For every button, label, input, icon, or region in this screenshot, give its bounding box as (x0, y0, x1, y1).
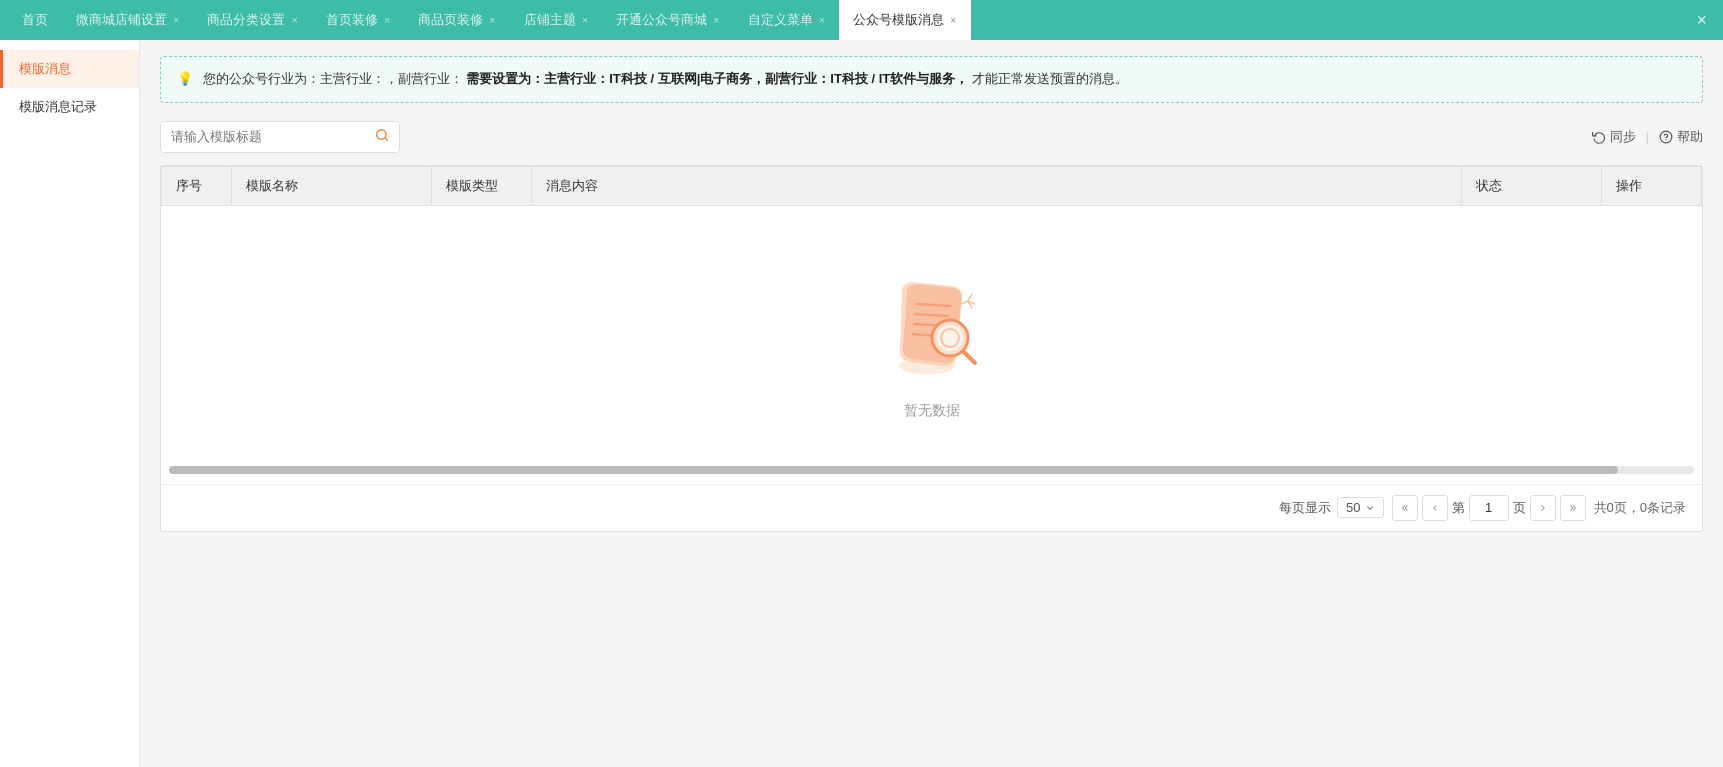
sync-button[interactable]: 同步 (1592, 128, 1636, 146)
close-tab-product-decoration[interactable]: × (489, 14, 495, 26)
search-button[interactable] (375, 128, 389, 145)
toolbar-right: 同步 | 帮助 (1592, 128, 1703, 146)
close-tab-template-msg[interactable]: × (950, 14, 956, 26)
first-page-button[interactable] (1392, 495, 1418, 521)
table-container: 序号 模版名称 模版类型 消息内容 状态 (160, 165, 1703, 532)
sidebar-item-template-msg-log-label: 模版消息记录 (19, 99, 97, 114)
tab-shop-theme[interactable]: 店铺主题 × (510, 0, 602, 40)
close-tab-shop-theme[interactable]: × (582, 14, 588, 26)
tab-custom-menu[interactable]: 自定义菜单 × (734, 0, 839, 40)
svg-line-13 (968, 294, 972, 301)
empty-state-text: 暂无数据 (904, 402, 960, 420)
table-header-row: 序号 模版名称 模版类型 消息内容 状态 (162, 166, 1702, 205)
tab-custom-menu-label: 自定义菜单 (748, 11, 813, 29)
chevron-down-icon (1365, 503, 1375, 513)
svg-line-16 (961, 301, 968, 304)
page-label-suffix: 页 (1513, 499, 1526, 517)
notice-highlight: 需要设置为：主营行业：IT科技 / 互联网|电子商务，副营行业：IT科技 / I… (466, 71, 968, 86)
close-tab-shop-settings[interactable]: × (173, 14, 179, 26)
next-page-button[interactable] (1530, 495, 1556, 521)
close-tab-open-mall[interactable]: × (713, 14, 719, 26)
close-tab-home-decoration[interactable]: × (384, 14, 390, 26)
col-header-name: 模版名称 (232, 166, 432, 205)
page-number-input[interactable] (1469, 495, 1509, 521)
scrollbar-track[interactable] (169, 466, 1694, 474)
tab-home-decoration-label: 首页装修 (326, 11, 378, 29)
close-tab-custom-menu[interactable]: × (819, 14, 825, 26)
prev-page-button[interactable] (1422, 495, 1448, 521)
close-tab-category-settings[interactable]: × (291, 14, 297, 26)
help-label: 帮助 (1677, 128, 1703, 146)
main-layout: 模版消息 模版消息记录 💡 您的公众号行业为：主营行业：，副营行业： 需要设置为… (0, 40, 1723, 767)
tab-template-msg[interactable]: 公众号模版消息 × (839, 0, 970, 40)
tab-product-decoration-label: 商品页装修 (418, 11, 483, 29)
page-size-label: 每页显示 (1279, 499, 1331, 517)
tab-shop-settings[interactable]: 微商城店铺设置 × (62, 0, 193, 40)
page-label-prefix: 第 (1452, 499, 1465, 517)
page-size-box[interactable]: 50 (1337, 497, 1383, 518)
data-table: 序号 模版名称 模版类型 消息内容 状态 (161, 166, 1702, 460)
total-label: 共0页，0条记录 (1594, 499, 1686, 517)
tab-category-settings-label: 商品分类设置 (207, 11, 285, 29)
empty-state-icon (872, 266, 992, 386)
col-header-seq: 序号 (162, 166, 232, 205)
notice-prefix: 您的公众号行业为：主营行业：，副营行业： (203, 71, 463, 86)
svg-line-11 (963, 351, 975, 363)
notice-suffix: 才能正常发送预置的消息。 (972, 71, 1128, 86)
page-size-select: 每页显示 50 (1279, 497, 1383, 518)
scrollbar-area[interactable] (161, 466, 1702, 484)
sidebar-item-template-msg-label: 模版消息 (19, 61, 71, 76)
page-nav: 第 页 (1392, 495, 1586, 521)
search-input[interactable] (171, 129, 375, 144)
tab-open-mall-label: 开通公众号商城 (616, 11, 707, 29)
tab-home-label: 首页 (22, 11, 48, 29)
sync-label: 同步 (1610, 128, 1636, 146)
col-header-action: 操作 (1602, 166, 1702, 205)
empty-state: 暂无数据 (162, 206, 1702, 460)
page-size-value: 50 (1346, 500, 1360, 515)
empty-row: 暂无数据 (162, 205, 1702, 460)
toolbar-divider: | (1646, 129, 1649, 144)
search-input-wrap[interactable] (160, 121, 400, 153)
tab-category-settings[interactable]: 商品分类设置 × (193, 0, 311, 40)
tab-template-msg-label: 公众号模版消息 (853, 11, 944, 29)
sidebar-item-template-msg-log[interactable]: 模版消息记录 (0, 88, 139, 126)
col-header-type: 模版类型 (432, 166, 532, 205)
col-header-status: 状态 (1462, 166, 1602, 205)
tab-shop-theme-label: 店铺主题 (524, 11, 576, 29)
col-header-content: 消息内容 (532, 166, 1462, 205)
tab-home-decoration[interactable]: 首页装修 × (312, 0, 404, 40)
notice-box: 💡 您的公众号行业为：主营行业：，副营行业： 需要设置为：主营行业：IT科技 /… (160, 56, 1703, 103)
notice-icon: 💡 (177, 71, 193, 86)
sidebar-item-template-msg[interactable]: 模版消息 (0, 50, 139, 88)
tab-open-mall[interactable]: 开通公众号商城 × (602, 0, 733, 40)
tab-home[interactable]: 首页 (8, 0, 62, 40)
svg-line-1 (385, 138, 388, 141)
sidebar: 模版消息 模版消息记录 (0, 40, 140, 767)
scrollbar-thumb[interactable] (169, 466, 1618, 474)
search-bar: 同步 | 帮助 (160, 121, 1703, 153)
pagination: 每页显示 50 (161, 484, 1702, 531)
help-button[interactable]: 帮助 (1659, 128, 1703, 146)
main-content: 💡 您的公众号行业为：主营行业：，副营行业： 需要设置为：主营行业：IT科技 /… (140, 40, 1723, 767)
close-all-button[interactable]: × (1688, 10, 1715, 31)
tab-product-decoration[interactable]: 商品页装修 × (404, 0, 509, 40)
top-nav: 首页 微商城店铺设置 × 商品分类设置 × 首页装修 × 商品页装修 × 店铺主… (0, 0, 1723, 40)
last-page-button[interactable] (1560, 495, 1586, 521)
tab-shop-settings-label: 微商城店铺设置 (76, 11, 167, 29)
